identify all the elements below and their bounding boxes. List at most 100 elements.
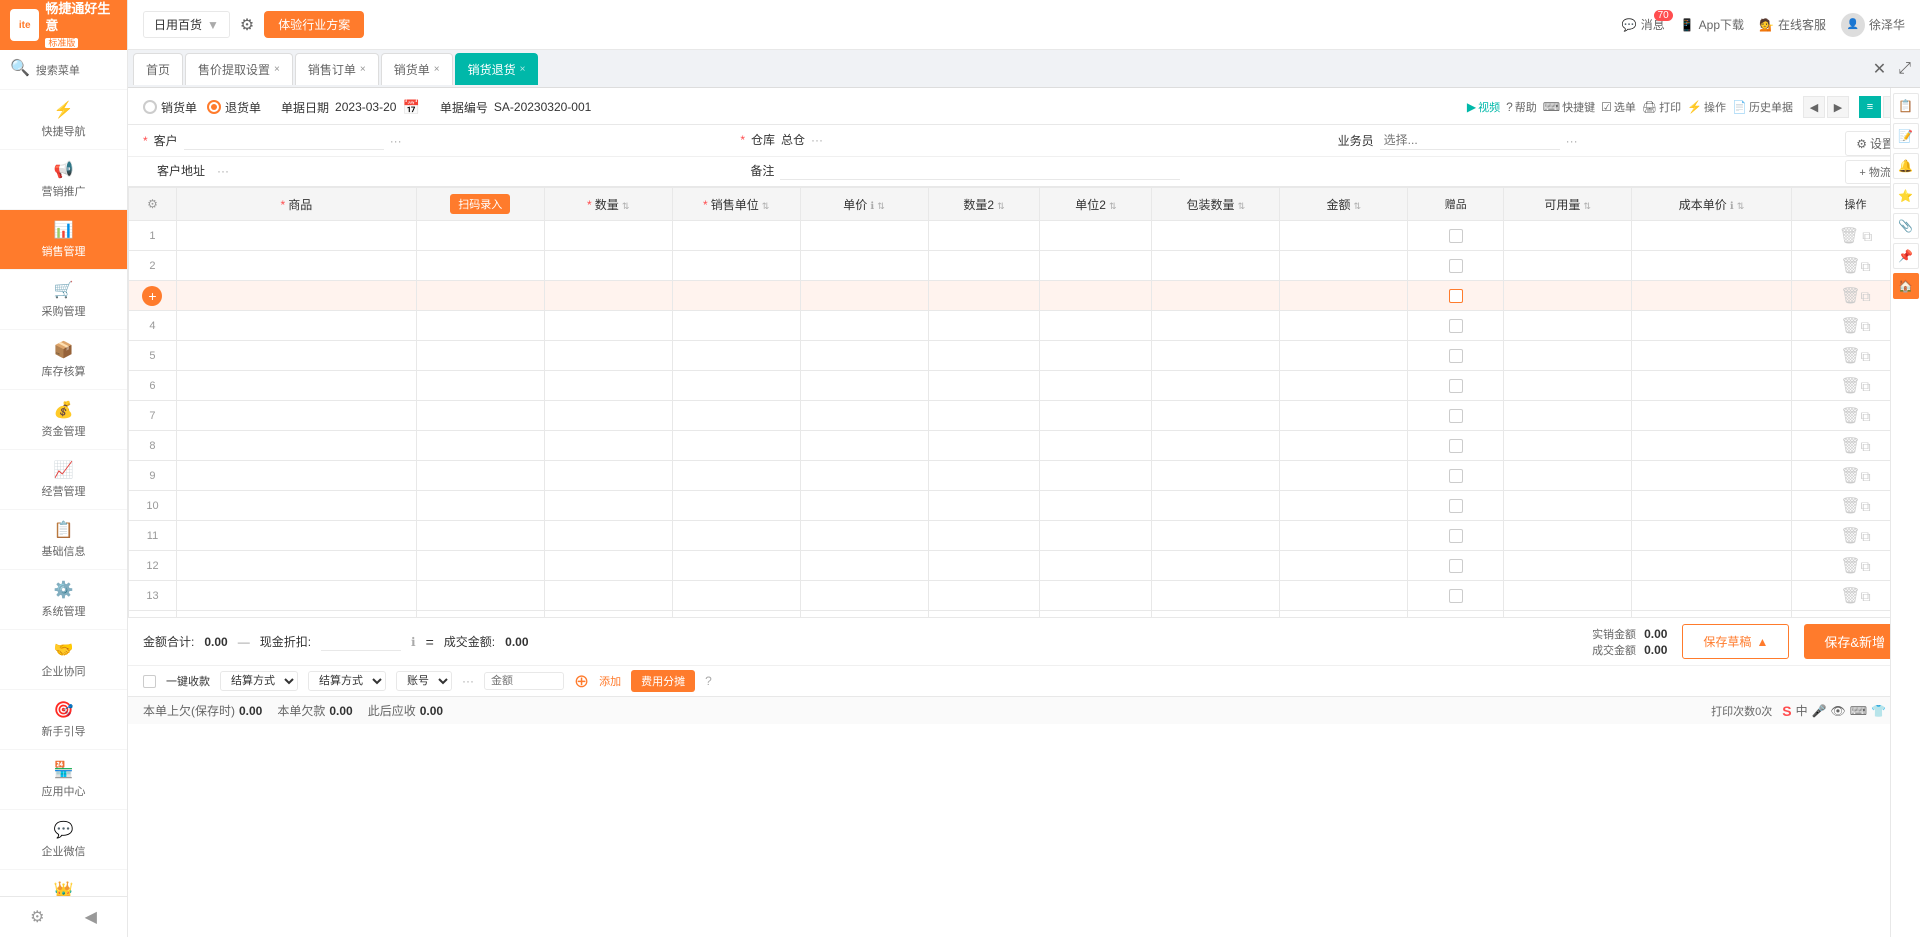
remark-input[interactable] [780,161,1180,180]
delete-row-button[interactable]: 🗑 [1840,466,1860,486]
customer-ellipsis-btn[interactable]: ··· [390,134,402,148]
product-cell-active[interactable] [176,281,416,311]
video-btn[interactable]: ▶ 视频 [1467,99,1500,115]
gift-checkbox[interactable] [1449,289,1463,303]
operation-btn[interactable]: ⚡ 操作 [1687,99,1726,115]
tab-close-icon[interactable]: × [434,64,440,75]
copy-row-button[interactable]: ⧉ [1861,408,1871,425]
customer-input[interactable] [184,131,384,150]
settlement-method-select[interactable]: 结算方式 [220,671,298,691]
online-service-button[interactable]: 💁 在线客服 [1759,16,1826,33]
customer-address-ellipsis[interactable]: ··· [217,164,229,178]
right-panel-btn-3[interactable]: 🔔 [1893,153,1919,179]
delete-row-button[interactable]: 🗑 [1839,226,1859,246]
tab-sales-order[interactable]: 销售订单 × [295,53,379,85]
sidebar-item-basic[interactable]: 📋基础信息 [0,510,127,570]
delete-row-button[interactable]: 🗑 [1840,496,1860,516]
product-cell[interactable] [176,251,416,281]
sidebar-item-shortcut[interactable]: ⚡快捷导航 [0,90,127,150]
tab-sales-delivery[interactable]: 销货单 × [381,53,453,85]
copy-row-button[interactable]: ⧉ [1861,558,1871,575]
gift-checkbox[interactable] [1449,439,1463,453]
sidebar-item-enterprise[interactable]: 🤝企业协同 [0,630,127,690]
one-click-checkbox[interactable] [143,675,156,688]
right-panel-btn-7[interactable]: 🏠 [1893,273,1919,299]
gift-checkbox[interactable] [1449,529,1463,543]
copy-row-button[interactable]: ⧉ [1861,528,1871,545]
help-btn[interactable]: ? 帮助 [1506,99,1537,115]
fee-help-icon[interactable]: ? [705,674,712,688]
quantity-cell[interactable] [544,221,672,251]
gift-checkbox[interactable] [1449,379,1463,393]
collapse-icon[interactable]: ◀ [85,907,97,927]
right-panel-btn-2[interactable]: 📝 [1893,123,1919,149]
account-select[interactable]: 结算方式 [308,671,386,691]
sidebar-item-finance[interactable]: 💰资金管理 [0,390,127,450]
tab-close-icon[interactable]: × [360,64,366,75]
gift-checkbox[interactable] [1449,319,1463,333]
delete-row-button[interactable]: 🗑 [1840,406,1860,426]
radio-sales[interactable]: 销货单 [143,99,197,116]
sidebar-item-appstore[interactable]: 🏪应用中心 [0,750,127,810]
quantity-input[interactable] [549,230,668,242]
sidebar-item-sales[interactable]: 📊销售管理 [0,210,127,270]
tab-close-icon[interactable]: × [520,64,526,75]
product-input[interactable] [181,230,412,242]
fee-split-button[interactable]: 费用分摊 [631,670,695,692]
right-panel-btn-6[interactable]: 📌 [1893,243,1919,269]
delete-row-button[interactable]: 🗑 [1840,346,1860,366]
gift-checkbox[interactable] [1449,349,1463,363]
discount-input[interactable] [321,632,401,651]
product-input-active[interactable] [181,290,412,302]
gear-icon[interactable]: ⚙ [240,15,254,35]
print-btn[interactable]: 🖨 打印 [1642,99,1681,115]
sidebar-item-marketing[interactable]: 📢营销推广 [0,150,127,210]
salesperson-ellipsis-btn[interactable]: ··· [1566,134,1578,148]
history-btn[interactable]: 📄 历史单据 [1732,99,1793,115]
gift-checkbox[interactable] [1449,229,1463,243]
right-panel-btn-1[interactable]: 📋 [1893,93,1919,119]
amount-input[interactable] [484,672,564,690]
warehouse-ellipsis-btn[interactable]: ··· [811,133,823,147]
select-btn[interactable]: ☑ 选单 [1601,99,1636,115]
copy-row-button[interactable]: ⧉ [1861,468,1871,485]
copy-row-button[interactable]: ⧉ [1861,588,1871,605]
barcode-scan-button[interactable]: 扫码录入 [450,194,510,214]
sidebar-item-wechat[interactable]: 💬企业微信 [0,810,127,870]
list-view-btn[interactable]: ≡ [1859,96,1881,118]
close-window-icon[interactable]: ✕ [1869,57,1890,81]
gift-checkbox[interactable] [1449,469,1463,483]
account-ellipsis[interactable]: ··· [462,674,474,688]
sidebar-item-purchase[interactable]: 🛒采购管理 [0,270,127,330]
sidebar-item-operation[interactable]: 📈经营管理 [0,450,127,510]
settings-icon[interactable]: ⚙ [30,907,44,927]
tab-price-settings[interactable]: 售价提取设置 × [185,53,293,85]
delete-row-button[interactable]: 🗑 [1840,286,1860,306]
copy-row-button[interactable]: ⧉ [1861,438,1871,455]
prev-arrow[interactable]: ◀ [1803,96,1825,118]
copy-row-button[interactable]: ⧉ [1861,378,1871,395]
add-payment-button[interactable]: ⊕ [574,671,589,692]
app-download-button[interactable]: 📱 App下载 [1680,16,1744,33]
delete-row-button[interactable]: 🗑 [1840,376,1860,396]
tab-close-icon[interactable]: × [274,64,280,75]
shortcut-btn[interactable]: ⌨ 快捷键 [1543,99,1595,115]
right-panel-btn-5[interactable]: 📎 [1893,213,1919,239]
gift-checkbox[interactable] [1449,499,1463,513]
delete-row-button[interactable]: 🗑 [1840,556,1860,576]
delete-row-button[interactable]: 🗑 [1840,616,1860,618]
sidebar-item-inventory[interactable]: 📦库存核算 [0,330,127,390]
sidebar-item-guide[interactable]: 🎯新手引导 [0,690,127,750]
sidebar-item-search[interactable]: 🔍搜索菜单 [0,50,127,90]
copy-row-button[interactable]: ⧉ [1861,348,1871,365]
next-arrow[interactable]: ▶ [1827,96,1849,118]
radio-return[interactable]: 退货单 [207,99,261,116]
copy-row-button[interactable]: ⧉ [1861,258,1871,275]
right-panel-btn-4[interactable]: ⭐ [1893,183,1919,209]
gift-checkbox[interactable] [1449,259,1463,273]
delete-row-button[interactable]: 🗑 [1840,586,1860,606]
account-number-select[interactable]: 账号 [396,671,452,691]
salesperson-input[interactable] [1380,131,1560,150]
delete-row-button[interactable]: 🗑 [1840,436,1860,456]
delete-row-button[interactable]: 🗑 [1840,256,1860,276]
